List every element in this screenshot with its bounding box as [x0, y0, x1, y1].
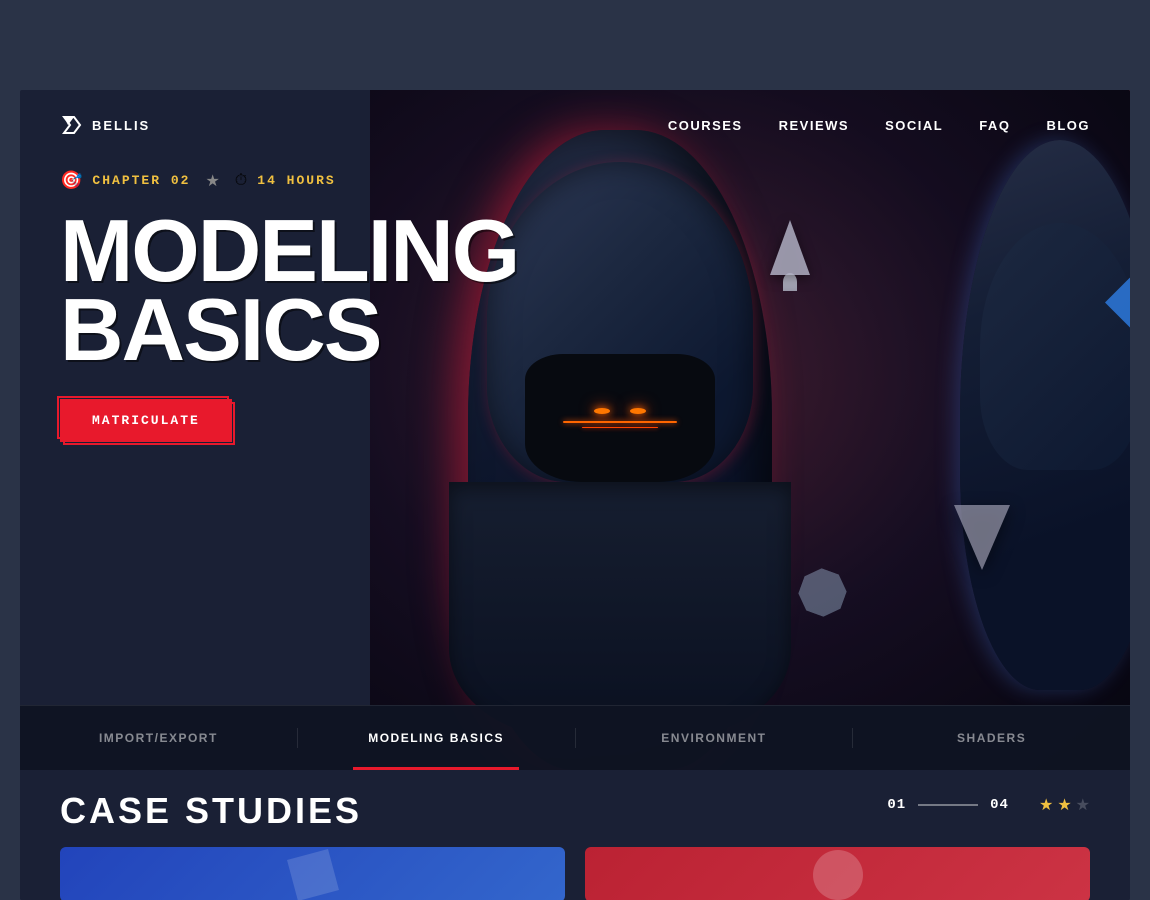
- pagination-start: 01: [887, 797, 906, 813]
- main-container: BELLIS COURSES REVIEWS SOCIAL FAQ BLOG: [20, 90, 1130, 900]
- matriculate-button[interactable]: MATRICULATE: [60, 399, 232, 442]
- hero-section: 🎯 CHAPTER 02 ★ ⏱ 14 HOURS MODELING BASIC…: [20, 90, 1130, 770]
- header: BELLIS COURSES REVIEWS SOCIAL FAQ BLOG: [20, 90, 1130, 160]
- nav-item-social[interactable]: SOCIAL: [885, 118, 943, 133]
- tab-import-export[interactable]: IMPORT/EXPORT: [20, 706, 297, 770]
- logo-icon: [60, 113, 84, 137]
- hero-title: MODELING BASICS: [60, 211, 518, 369]
- bottom-controls: 01 04 ★ ★ ★: [887, 795, 1090, 815]
- navigation: COURSES REVIEWS SOCIAL FAQ BLOG: [668, 118, 1090, 133]
- hero-title-line1: MODELING: [60, 211, 518, 290]
- hours-label: 14 HOURS: [257, 173, 335, 188]
- pagination-line: [918, 804, 978, 806]
- logo-text: BELLIS: [92, 118, 150, 133]
- nav-item-courses[interactable]: COURSES: [668, 118, 743, 133]
- star-3: ★: [1076, 795, 1090, 815]
- hero-content: 🎯 CHAPTER 02 ★ ⏱ 14 HOURS MODELING BASIC…: [60, 170, 518, 442]
- tab-environment[interactable]: ENVIRONMENT: [576, 706, 853, 770]
- clock-icon: ⏱: [235, 172, 247, 190]
- chapter-badge: 🎯 CHAPTER 02 ★ ⏱ 14 HOURS: [60, 170, 518, 191]
- logo[interactable]: BELLIS: [60, 113, 150, 137]
- hero-title-line2: BASICS: [60, 290, 518, 369]
- tab-modeling-basics[interactable]: MODELING BASICS: [298, 706, 575, 770]
- bottom-section: CASE STUDIES 01 04 ★ ★ ★: [20, 770, 1130, 900]
- tab-shaders[interactable]: SHADERS: [853, 706, 1130, 770]
- separator: ★: [205, 171, 219, 191]
- star-rating: ★ ★ ★: [1039, 795, 1090, 815]
- pagination: 01 04: [887, 797, 1009, 813]
- cards-preview-row: [60, 847, 1090, 900]
- star-1: ★: [1039, 795, 1053, 815]
- case-studies-title: CASE STUDIES: [60, 790, 362, 832]
- nav-item-reviews[interactable]: REVIEWS: [779, 118, 849, 133]
- star-2: ★: [1057, 795, 1071, 815]
- chapter-icon: 🎯: [60, 170, 82, 191]
- pagination-end: 04: [990, 797, 1009, 813]
- page-wrapper: BELLIS COURSES REVIEWS SOCIAL FAQ BLOG: [0, 0, 1150, 900]
- tab-bar: IMPORT/EXPORT MODELING BASICS ENVIRONMEN…: [20, 705, 1130, 770]
- chapter-label: CHAPTER 02: [92, 173, 190, 188]
- nav-item-faq[interactable]: FAQ: [979, 118, 1010, 133]
- nav-item-blog[interactable]: BLOG: [1046, 118, 1090, 133]
